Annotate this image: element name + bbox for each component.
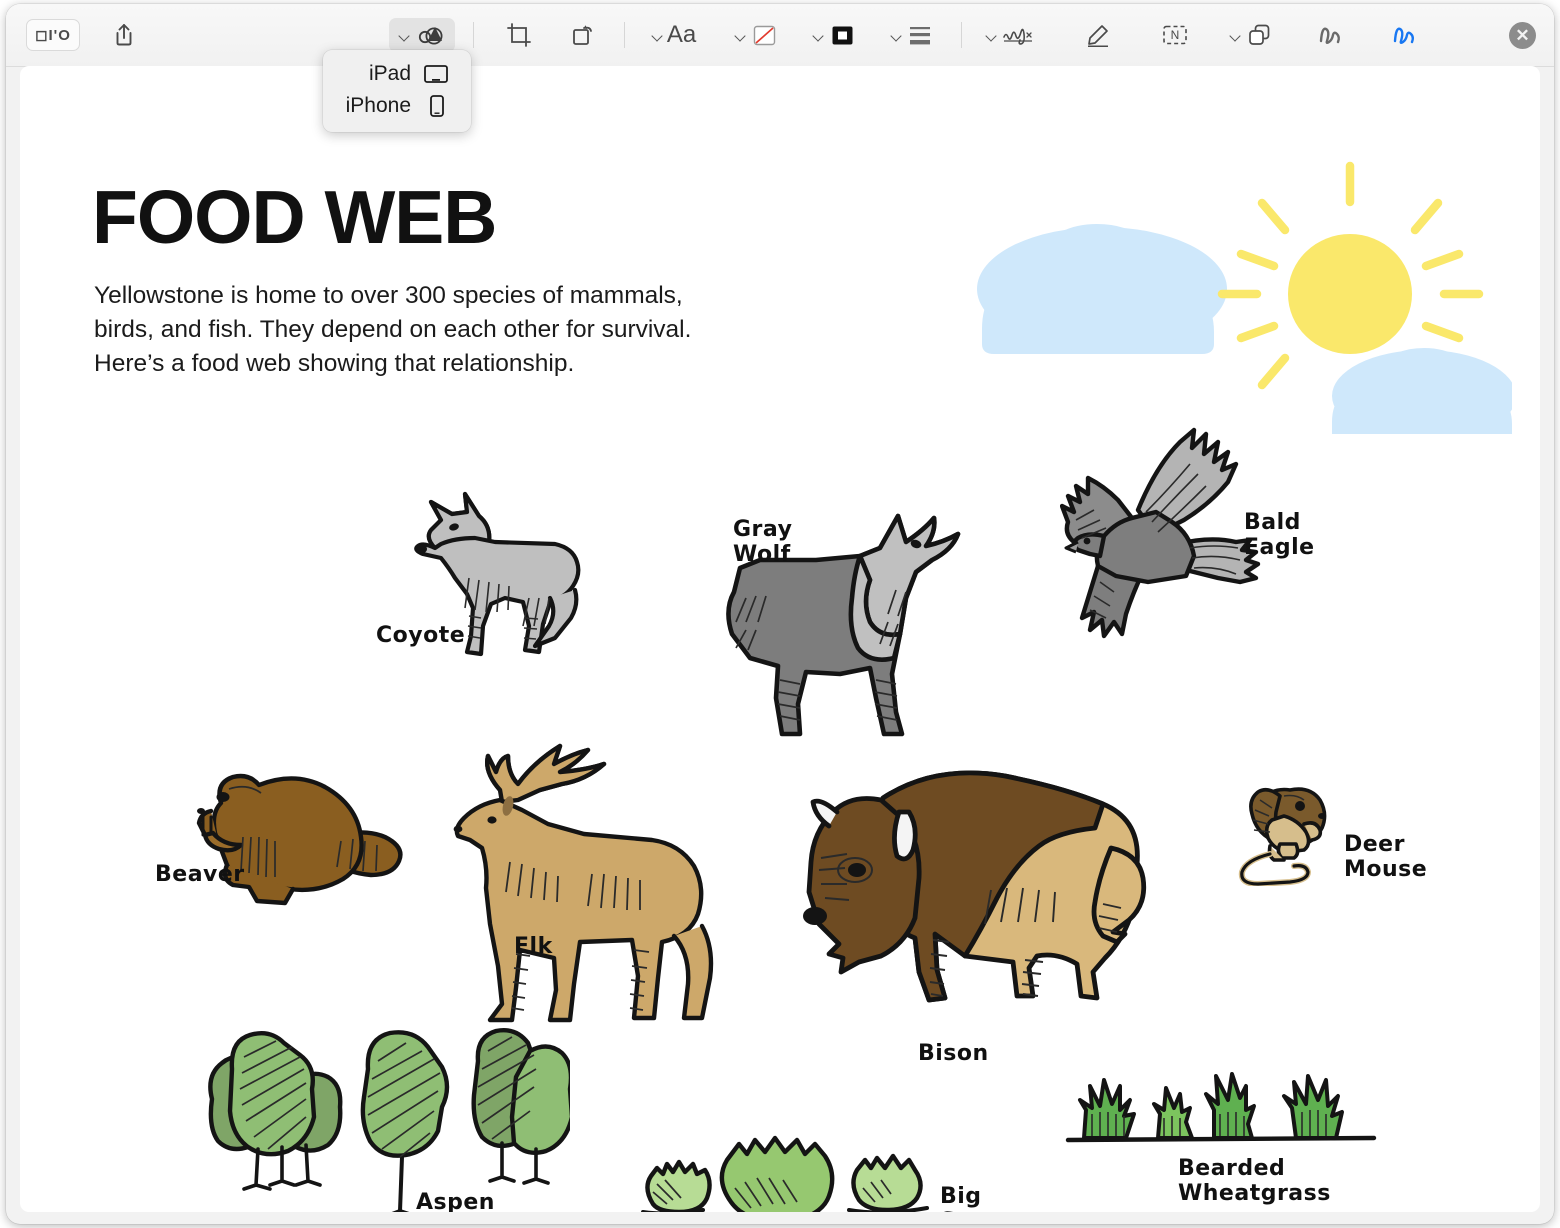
menu-item-iphone-label: iPhone xyxy=(345,94,411,117)
mouse-eye xyxy=(1295,801,1305,811)
text-style-label: Aa xyxy=(666,21,697,48)
beaver-illustration xyxy=(196,773,403,906)
border-color-button[interactable] xyxy=(805,18,863,52)
toolbar-divider xyxy=(473,22,474,48)
bearded-wheatgrass-illustration xyxy=(1065,1072,1377,1143)
label-aspen-trees: Aspen Trees xyxy=(416,1190,495,1212)
sky-illustration xyxy=(977,161,1512,434)
label-gray-wolf: Gray Wolf xyxy=(733,517,793,567)
fill-color-button[interactable] xyxy=(727,18,785,52)
note-button[interactable]: N xyxy=(1154,18,1198,52)
line-weight-icon xyxy=(909,27,930,45)
elk-nose xyxy=(453,825,463,833)
chevron-down-icon xyxy=(735,30,746,41)
signature-icon xyxy=(1003,28,1032,45)
elk-eye xyxy=(487,816,497,824)
iphone-icon xyxy=(430,95,444,117)
note-icon: N xyxy=(1163,25,1187,45)
label-big-sage: Big Sage xyxy=(940,1184,1003,1212)
crop-icon xyxy=(507,23,531,47)
bison-nose xyxy=(803,907,827,925)
markup-window: ◻I'O Aa N ✕ FOOD WEB Yellowstone is home… xyxy=(6,4,1554,1224)
sidebar-toggle-label: ◻I'O xyxy=(26,19,80,51)
bison-eye xyxy=(848,863,866,877)
crop-button[interactable] xyxy=(500,18,538,52)
chevron-down-icon xyxy=(891,30,902,41)
close-button[interactable]: ✕ xyxy=(1509,22,1536,49)
signature-button[interactable] xyxy=(980,18,1042,52)
svg-text:N: N xyxy=(1171,28,1180,42)
beaver-eye xyxy=(216,792,230,802)
cloud-small-icon xyxy=(1332,348,1512,434)
fill-color-icon xyxy=(753,25,775,45)
shapes-icon xyxy=(1248,24,1269,45)
shape-sketch-icon xyxy=(418,27,443,45)
ipad-icon xyxy=(424,65,448,83)
chevron-down-icon xyxy=(652,30,663,41)
sketch-gray-icon xyxy=(1319,27,1340,44)
sketch-blue-button[interactable] xyxy=(1384,18,1428,52)
line-weight-button[interactable] xyxy=(883,18,939,52)
cloud-large-icon xyxy=(977,224,1227,354)
beaver-nose xyxy=(197,808,205,814)
close-icon: ✕ xyxy=(1515,26,1530,45)
border-color-icon xyxy=(832,26,852,44)
chevron-down-icon xyxy=(986,30,997,41)
chevron-down-icon xyxy=(1230,30,1241,41)
label-bison: Bison xyxy=(918,1041,989,1066)
sidebar-toggle-button[interactable]: ◻I'O xyxy=(24,18,82,52)
rotate-button[interactable] xyxy=(564,18,602,52)
rotate-icon xyxy=(572,25,592,45)
toolbar-divider xyxy=(624,22,625,48)
coyote-nose xyxy=(415,544,427,554)
big-sage-illustration xyxy=(641,1135,929,1212)
label-coyote: Coyote xyxy=(376,623,466,648)
bald-eagle-illustration xyxy=(1060,427,1261,639)
share-icon xyxy=(116,24,132,46)
sketch-gray-button[interactable] xyxy=(1310,18,1354,52)
shape-style-button[interactable] xyxy=(389,18,455,52)
aspen-trees-illustration xyxy=(208,1028,570,1212)
label-deer-mouse: Deer Mouse xyxy=(1344,832,1428,882)
menu-item-ipad[interactable]: iPad xyxy=(323,58,471,90)
label-beaver: Beaver xyxy=(155,862,245,887)
menu-item-iphone[interactable]: iPhone xyxy=(323,90,471,122)
menu-item-ipad-label: iPad xyxy=(368,62,411,85)
chevron-down-icon xyxy=(399,30,410,41)
page-body-text: Yellowstone is home to over 300 species … xyxy=(94,282,692,377)
toolbar: ◻I'O Aa N ✕ xyxy=(6,4,1554,67)
eagle-eye xyxy=(1083,537,1091,545)
sketch-blue-icon xyxy=(1393,27,1414,44)
toolbar-divider xyxy=(961,22,962,48)
elk-illustration xyxy=(453,743,714,1023)
label-elk: Elk xyxy=(514,934,553,959)
highlight-pen-icon xyxy=(1088,25,1108,47)
page-title: FOOD WEB xyxy=(92,175,497,259)
shapes-button[interactable] xyxy=(1222,18,1280,52)
deer-mouse-illustration xyxy=(1238,787,1327,886)
highlight-pen-button[interactable] xyxy=(1078,18,1122,52)
document-canvas[interactable]: FOOD WEB Yellowstone is home to over 300… xyxy=(20,66,1540,1212)
mouse-nose xyxy=(1318,813,1326,819)
device-dropdown-menu[interactable]: iPad iPhone xyxy=(323,50,471,132)
text-style-button[interactable]: Aa xyxy=(643,18,705,52)
eagle-beak xyxy=(1064,540,1079,554)
label-bald-eagle: Bald Eagle xyxy=(1244,510,1315,560)
chevron-down-icon xyxy=(813,30,824,41)
bison-illustration xyxy=(803,770,1147,1003)
share-button[interactable] xyxy=(104,18,144,52)
label-bearded-wheatgrass: Bearded Wheatgrass xyxy=(1178,1156,1331,1206)
